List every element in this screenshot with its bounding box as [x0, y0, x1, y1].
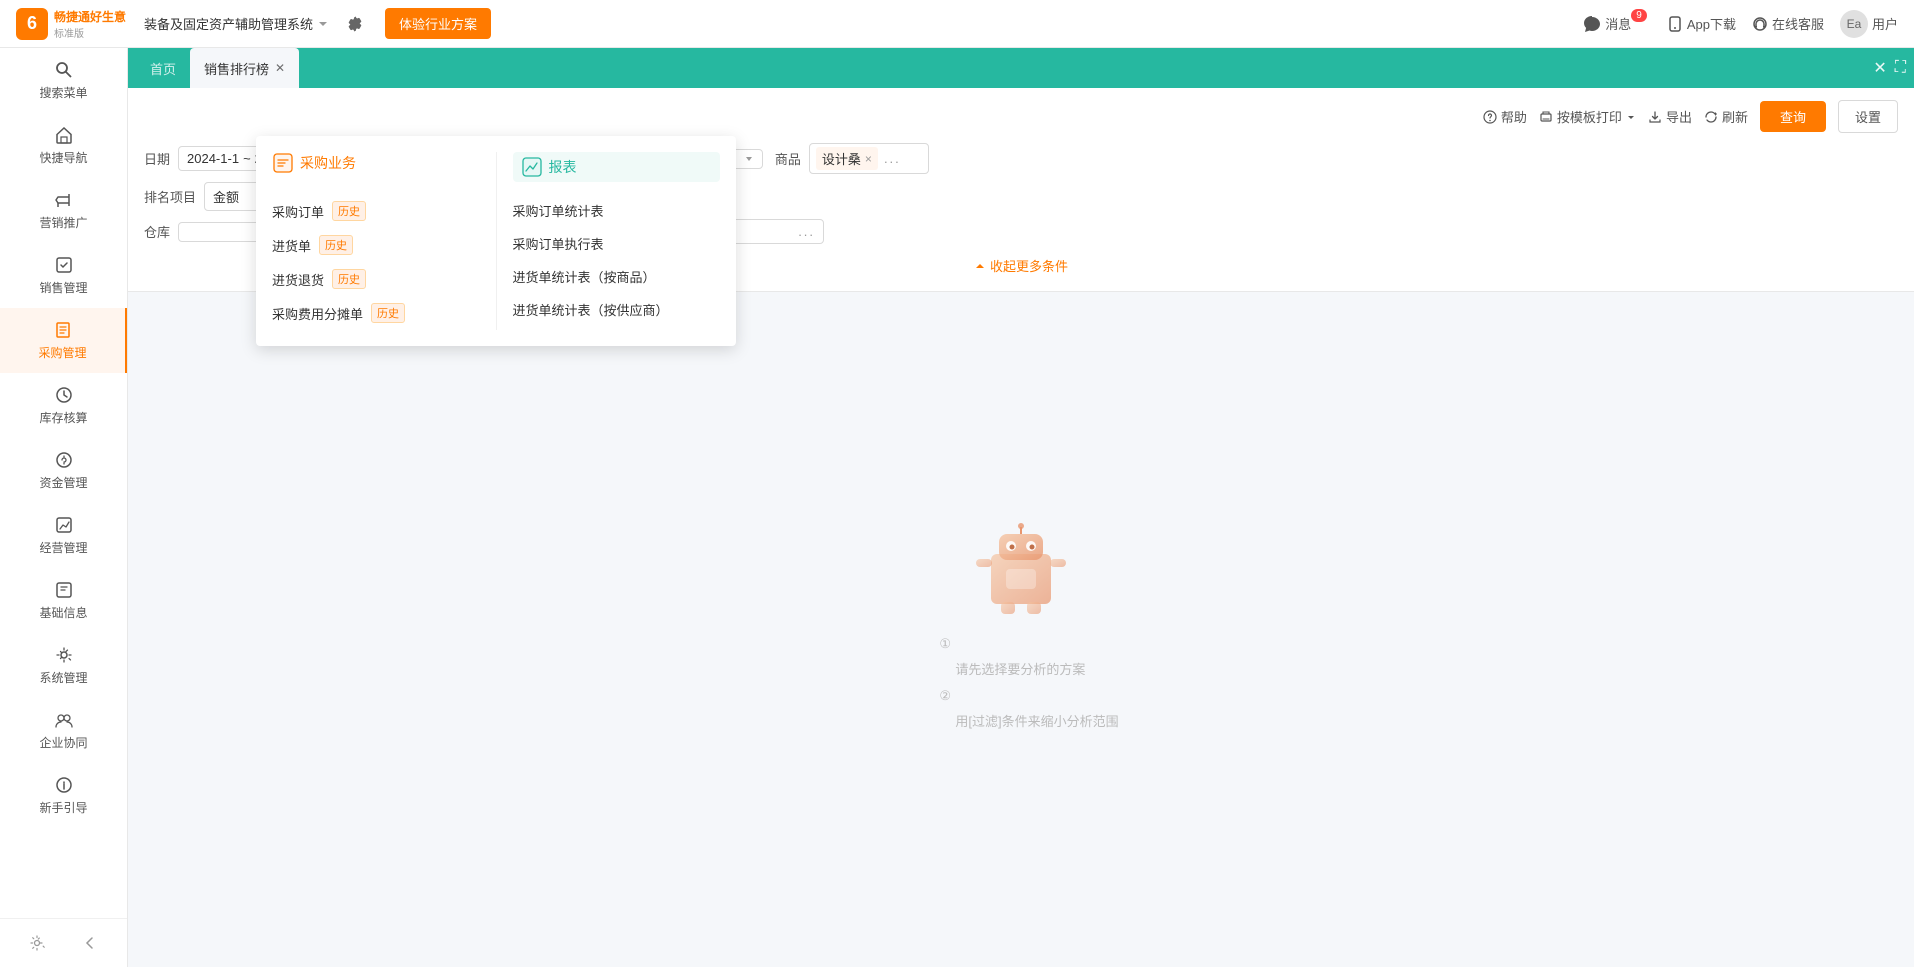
logo-area: 6 畅捷通好生意 标准版 — [16, 8, 144, 40]
logo-icon: 6 — [16, 8, 48, 40]
empty-state: ① 请先选择要分析的方案 ② 用[过滤]条件来缩小分析范围 — [128, 292, 1914, 921]
goods-tag-close[interactable]: × — [865, 152, 872, 166]
tab-right-actions: ✕ ⛶ — [1873, 58, 1906, 78]
status-dropdown-icon — [744, 154, 754, 164]
export-button[interactable]: 导出 — [1648, 107, 1692, 126]
home-icon — [54, 125, 74, 145]
goods-tag: 设计桑 × — [816, 147, 878, 170]
collapse-icon — [81, 934, 99, 952]
content-area: 首页 销售排行榜 ✕ ✕ ⛶ 帮助 — [128, 48, 1914, 967]
search-icon — [54, 60, 74, 80]
goods-input[interactable]: 设计桑 × ... — [809, 143, 929, 174]
menu-item-incoming-stat-goods[interactable]: 进货单统计表（按商品） — [513, 260, 721, 293]
operations-icon — [54, 515, 74, 535]
sidebar-item-system[interactable]: 系统管理 — [0, 633, 127, 698]
collapse-conditions-button[interactable]: 收起更多条件 — [974, 256, 1068, 275]
sidebar-item-basic-info[interactable]: 基础信息 — [0, 568, 127, 633]
sidebar-item-funds[interactable]: 资金管理 — [0, 438, 127, 503]
menu-item-purchase-order[interactable]: 采购订单 历史 — [272, 194, 480, 228]
print-icon — [1539, 110, 1553, 124]
tab-home[interactable]: 首页 — [136, 48, 190, 88]
purchase-col-title: 采购业务 — [272, 152, 480, 182]
top-right-area: 消息 9 App下载 在线客服 Ea 用户 — [1583, 10, 1898, 38]
set-button[interactable]: 设置 — [1838, 100, 1898, 133]
inventory-icon — [54, 385, 74, 405]
template-print-button[interactable]: 按模板打印 — [1539, 107, 1636, 126]
menu-item-incoming-order[interactable]: 进货单 历史 — [272, 228, 480, 262]
help-icon — [1483, 110, 1497, 124]
avatar: Ea — [1840, 10, 1868, 38]
megaphone-icon — [54, 190, 74, 210]
empty-illustration — [971, 519, 1071, 619]
tab-close-all-button[interactable]: ✕ — [1873, 58, 1886, 78]
sidebar-item-purchase[interactable]: 采购管理 — [0, 308, 127, 373]
sidebar-item-cooperation[interactable]: 企业协同 — [0, 698, 127, 763]
menu-item-incoming-stat-supplier[interactable]: 进货单统计表（按供应商） — [513, 293, 721, 326]
refresh-icon — [1704, 110, 1718, 124]
sidebar-item-operations[interactable]: 经营管理 — [0, 503, 127, 568]
message-icon — [1583, 15, 1601, 33]
report-col-title: 报表 — [513, 152, 721, 182]
menu-item-purchase-order-stat[interactable]: 采购订单统计表 — [513, 194, 721, 227]
help-button[interactable]: 帮助 — [1483, 107, 1527, 126]
guide-icon — [54, 775, 74, 795]
logo-text: 畅捷通好生意 标准版 — [54, 8, 126, 40]
app-download-button[interactable]: App下载 — [1667, 14, 1736, 33]
dropdown-arrow-icon — [317, 18, 329, 30]
system-title: 装备及固定资产辅助管理系统 体验行业方案 — [144, 8, 491, 39]
sidebar-item-marketing[interactable]: 营销推广 — [0, 178, 127, 243]
industry-button[interactable]: 体验行业方案 — [385, 8, 491, 39]
tab-maximize-button[interactable]: ⛶ — [1895, 59, 1906, 77]
export-icon — [1648, 110, 1662, 124]
purchase-dropdown-menu: 采购业务 采购订单 历史 进货单 历史 进货退货 历史 — [256, 136, 736, 346]
query-button[interactable]: 查询 — [1760, 101, 1826, 132]
menu-item-return-goods[interactable]: 进货退货 历史 — [272, 262, 480, 296]
message-button[interactable]: 消息 9 — [1583, 14, 1651, 33]
tab-bar: 首页 销售排行榜 ✕ ✕ ⛶ — [128, 48, 1914, 88]
print-dropdown-icon — [1626, 112, 1636, 122]
sidebar-collapse-button[interactable] — [76, 929, 104, 957]
sidebar-item-inventory[interactable]: 库存核算 — [0, 373, 127, 438]
sidebar: 搜索菜单 快捷导航 营销推广 销售管理 采购管理 库存核算 — [0, 48, 128, 967]
cooperation-icon — [54, 710, 74, 730]
funds-icon — [54, 450, 74, 470]
report-menu-col: 报表 采购订单统计表 采购订单执行表 进货单统计表（按商品） 进货单统计表（按供 — [513, 152, 721, 330]
refresh-button[interactable]: 刷新 — [1704, 107, 1748, 126]
tab-sales-rank[interactable]: 销售排行榜 ✕ — [190, 48, 299, 88]
sidebar-item-quick-nav[interactable]: 快捷导航 — [0, 113, 127, 178]
sidebar-item-guide[interactable]: 新手引导 — [0, 763, 127, 828]
robot-icon — [971, 519, 1071, 619]
report-col-icon — [521, 156, 543, 178]
settings-icon — [28, 934, 46, 952]
collapse-up-icon — [974, 260, 986, 272]
purchase-col-icon — [272, 152, 294, 174]
page-content: 帮助 按模板打印 导出 刷新 — [128, 88, 1914, 967]
system-icon — [54, 645, 74, 665]
purchase-icon — [53, 320, 73, 340]
top-bar: 6 畅捷通好生意 标准版 装备及固定资产辅助管理系统 体验行业方案 消息 9 — [0, 0, 1914, 48]
purchase-menu-col: 采购业务 采购订单 历史 进货单 历史 进货退货 历史 — [272, 152, 497, 330]
sales-icon — [54, 255, 74, 275]
tab-close-button[interactable]: ✕ — [275, 61, 285, 75]
user-button[interactable]: Ea 用户 — [1840, 10, 1898, 38]
settings-gear-button[interactable] — [341, 10, 369, 38]
sidebar-settings-button[interactable] — [23, 929, 51, 957]
sidebar-bottom — [0, 918, 127, 967]
sidebar-item-sales[interactable]: 销售管理 — [0, 243, 127, 308]
phone-icon — [1667, 16, 1683, 32]
gear-icon — [347, 16, 363, 32]
basic-info-icon — [54, 580, 74, 600]
title-dropdown[interactable]: 装备及固定资产辅助管理系统 — [144, 14, 329, 33]
headset-icon — [1752, 16, 1768, 32]
empty-text: ① 请先选择要分析的方案 ② 用[过滤]条件来缩小分析范围 — [923, 631, 1118, 735]
menu-item-purchase-expense[interactable]: 采购费用分摊单 历史 — [272, 296, 480, 330]
sidebar-item-search[interactable]: 搜索菜单 — [0, 48, 127, 113]
menu-item-purchase-order-exec[interactable]: 采购订单执行表 — [513, 227, 721, 260]
online-service-button[interactable]: 在线客服 — [1752, 14, 1824, 33]
filter-toolbar: 帮助 按模板打印 导出 刷新 — [144, 100, 1898, 133]
goods-filter: 商品 设计桑 × ... — [775, 143, 929, 174]
